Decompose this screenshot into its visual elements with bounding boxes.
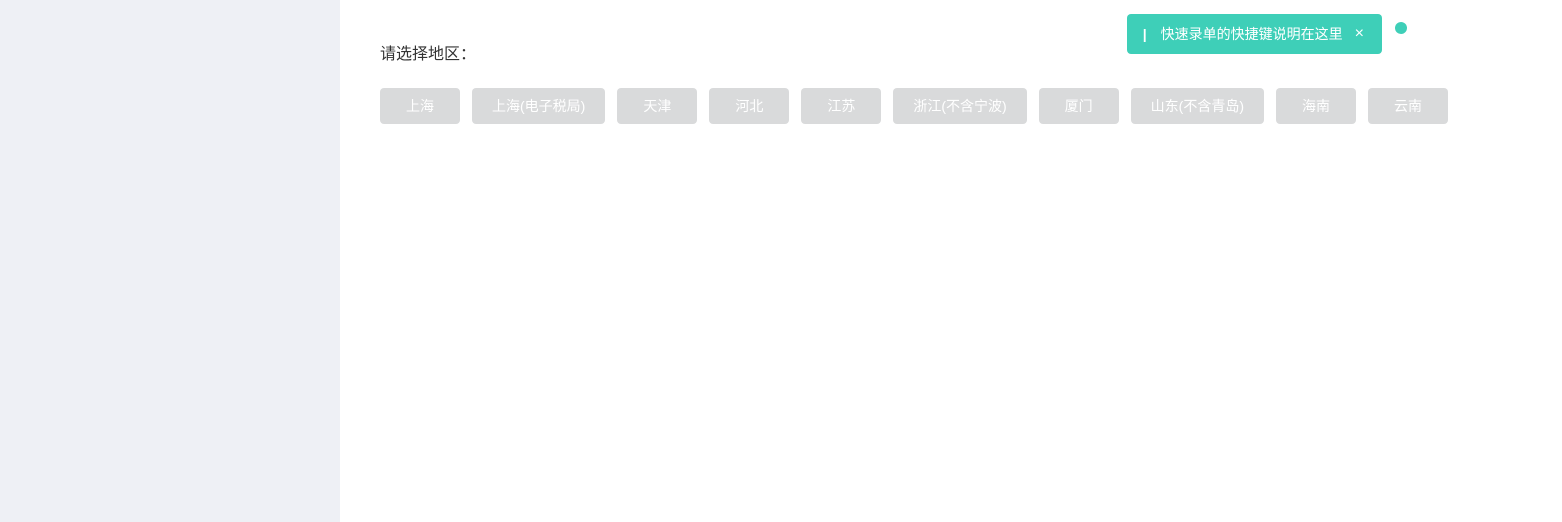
region-button-xiamen[interactable]: 厦门 — [1039, 88, 1119, 124]
region-button-shandong[interactable]: 山东(不含青岛) — [1131, 88, 1264, 124]
region-button-hebei[interactable]: 河北 — [709, 88, 789, 124]
tooltip-banner: 快速录单的快捷键说明在这里 × — [1127, 14, 1382, 54]
region-button-zhejiang[interactable]: 浙江(不含宁波) — [893, 88, 1026, 124]
left-sidebar — [0, 0, 340, 522]
tooltip-text: 快速录单的快捷键说明在这里 — [1161, 24, 1343, 44]
region-button-hainan[interactable]: 海南 — [1276, 88, 1356, 124]
main-content: 请选择地区： 上海上海(电子税局)天津河北江苏浙江(不含宁波)厦门山东(不含青岛… — [340, 0, 1562, 522]
region-buttons-container: 上海上海(电子税局) 天津河北江苏浙江(不含宁波) 厦门山东(不含青岛) 海南云南 — [380, 88, 1522, 124]
tooltip-dot — [1395, 22, 1407, 34]
tooltip-close-button[interactable]: × — [1353, 25, 1366, 43]
region-button-shanghai-etax[interactable]: 上海(电子税局) — [472, 88, 605, 124]
region-button-shanghai[interactable]: 上海 — [380, 88, 460, 124]
region-button-jiangsu[interactable]: 江苏 — [801, 88, 881, 124]
region-button-tianjin[interactable]: 天津 — [617, 88, 697, 124]
region-button-yunnan[interactable]: 云南 — [1368, 88, 1448, 124]
